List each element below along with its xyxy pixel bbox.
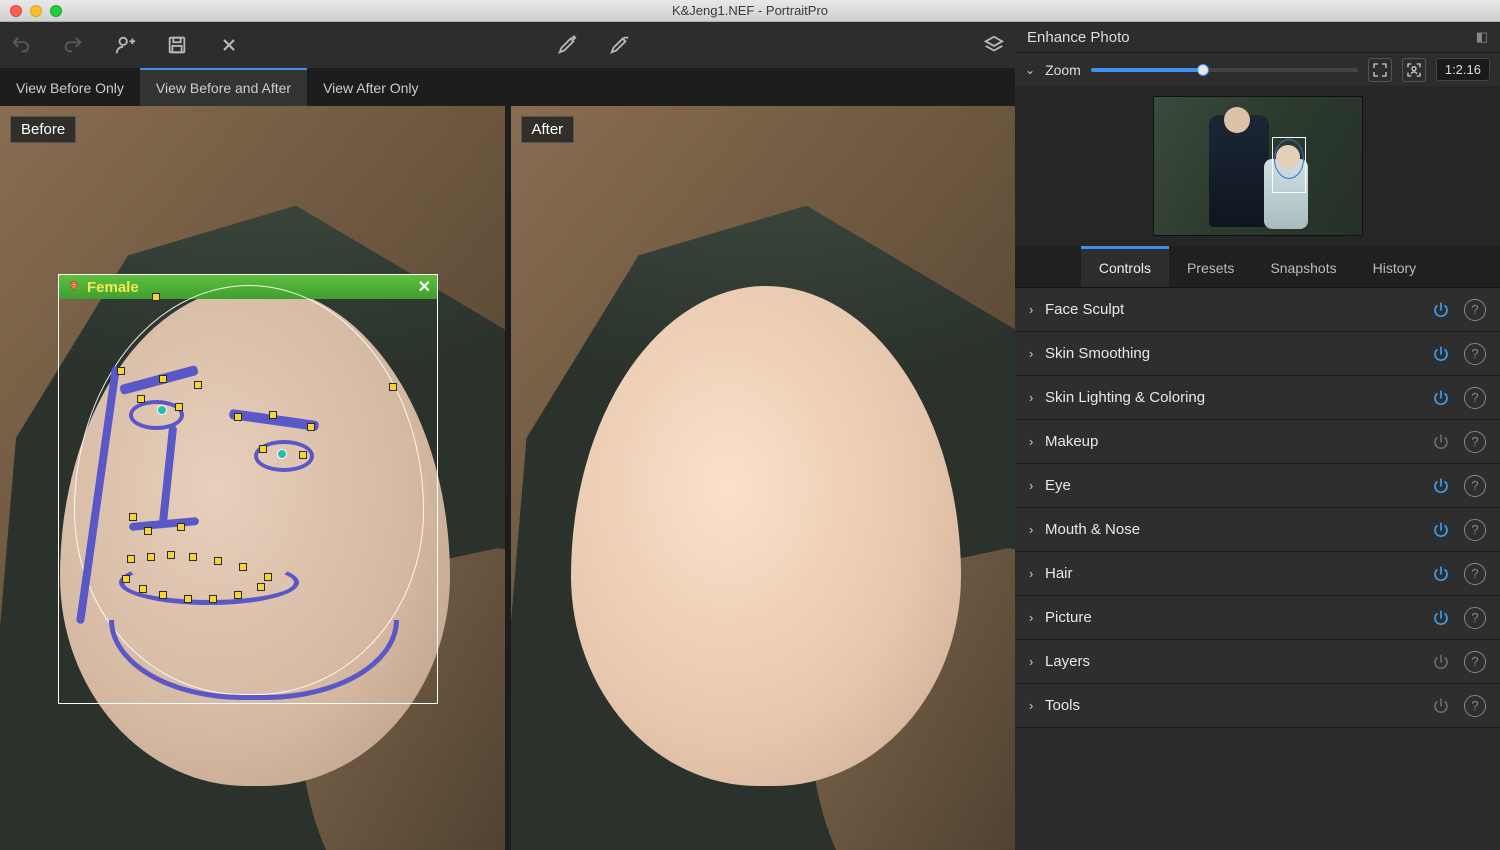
help-icon[interactable]: ? [1464,475,1486,497]
control-section[interactable]: ›Makeup? [1015,420,1500,464]
power-toggle-icon[interactable] [1430,343,1452,365]
help-icon[interactable]: ? [1464,343,1486,365]
before-after-split: Before Female ✕ [0,106,1015,850]
help-icon[interactable]: ? [1464,299,1486,321]
before-label: Before [10,116,76,143]
tab-presets[interactable]: Presets [1169,246,1252,287]
chevron-right-icon: › [1029,346,1045,361]
control-section[interactable]: ›Picture? [1015,596,1500,640]
control-section-label: Skin Lighting & Coloring [1045,389,1430,406]
control-section-label: Picture [1045,609,1430,626]
help-icon[interactable]: ? [1464,695,1486,717]
chevron-right-icon: › [1029,434,1045,449]
window-titlebar: K&Jeng1.NEF - PortraitPro [0,0,1500,22]
chevron-right-icon: › [1029,654,1045,669]
tab-view-before-only[interactable]: View Before Only [0,68,140,106]
help-icon[interactable]: ? [1464,563,1486,585]
power-toggle-icon[interactable] [1430,651,1452,673]
control-section-label: Face Sculpt [1045,301,1430,318]
window-title: K&Jeng1.NEF - PortraitPro [0,3,1500,18]
save-button[interactable] [166,34,188,56]
control-section[interactable]: ›Tools? [1015,684,1500,728]
after-image [511,106,1016,850]
power-toggle-icon[interactable] [1430,695,1452,717]
power-toggle-icon[interactable] [1430,607,1452,629]
zoom-row: ⌄ Zoom 1:2.16 [1015,52,1500,86]
chevron-right-icon: › [1029,302,1045,317]
help-icon[interactable]: ? [1464,387,1486,409]
control-section[interactable]: ›Mouth & Nose? [1015,508,1500,552]
face-overlay-close-icon[interactable]: ✕ [418,277,431,297]
popout-panel-icon[interactable]: ◧ [1476,29,1488,45]
control-section[interactable]: ›Face Sculpt? [1015,288,1500,332]
side-panel-title: Enhance Photo [1027,29,1130,46]
side-panel-title-row: Enhance Photo ◧ [1015,22,1500,52]
main-toolbar [0,22,1015,68]
chevron-right-icon: › [1029,390,1045,405]
controls-list: ›Face Sculpt?›Skin Smoothing?›Skin Light… [1015,288,1500,850]
canvas-area: View Before Only View Before and After V… [0,22,1015,850]
power-toggle-icon[interactable] [1430,563,1452,585]
navigator-thumbnail[interactable] [1015,86,1500,246]
zoom-fit-button[interactable] [1368,58,1392,82]
help-icon[interactable]: ? [1464,651,1486,673]
chevron-right-icon: › [1029,698,1045,713]
help-icon[interactable]: ? [1464,607,1486,629]
pin-icon [67,280,81,294]
zoom-ratio[interactable]: 1:2.16 [1436,58,1490,81]
control-section[interactable]: ›Eye? [1015,464,1500,508]
brush-remove-button[interactable] [608,34,630,56]
zoom-slider[interactable] [1091,68,1358,72]
face-overlay-box[interactable]: Female ✕ [58,274,438,704]
brush-add-button[interactable] [556,34,578,56]
power-toggle-icon[interactable] [1430,519,1452,541]
face-gender-label: Female [87,279,139,296]
control-section[interactable]: ›Layers? [1015,640,1500,684]
chevron-right-icon: › [1029,610,1045,625]
section-tabs: Controls Presets Snapshots History [1015,246,1500,288]
power-toggle-icon[interactable] [1430,387,1452,409]
chevron-right-icon: › [1029,522,1045,537]
navigator-face-oval [1274,139,1304,179]
control-section[interactable]: ›Skin Lighting & Coloring? [1015,376,1500,420]
control-section-label: Hair [1045,565,1430,582]
after-label: After [521,116,575,143]
control-section-label: Makeup [1045,433,1430,450]
help-icon[interactable]: ? [1464,431,1486,453]
tab-snapshots[interactable]: Snapshots [1252,246,1354,287]
control-section-label: Eye [1045,477,1430,494]
add-face-button[interactable] [114,34,136,56]
close-image-button[interactable] [218,34,240,56]
control-section-label: Mouth & Nose [1045,521,1430,538]
zoom-face-button[interactable] [1402,58,1426,82]
tab-history[interactable]: History [1355,246,1435,287]
tab-controls[interactable]: Controls [1081,246,1169,287]
layers-icon-button[interactable] [983,34,1005,56]
view-mode-tabs: View Before Only View Before and After V… [0,68,1015,106]
power-toggle-icon[interactable] [1430,299,1452,321]
power-toggle-icon[interactable] [1430,431,1452,453]
zoom-collapse-chevron-icon[interactable]: ⌄ [1025,63,1035,77]
control-section-label: Tools [1045,697,1430,714]
control-section[interactable]: ›Skin Smoothing? [1015,332,1500,376]
control-section-label: Skin Smoothing [1045,345,1430,362]
after-pane[interactable]: After [511,106,1016,850]
tab-view-after-only[interactable]: View After Only [307,68,434,106]
redo-button[interactable] [62,34,84,56]
chevron-right-icon: › [1029,478,1045,493]
undo-button[interactable] [10,34,32,56]
control-section-label: Layers [1045,653,1430,670]
control-section[interactable]: ›Hair? [1015,552,1500,596]
side-panel: Enhance Photo ◧ ⌄ Zoom 1:2.16 [1015,22,1500,850]
tab-view-before-after[interactable]: View Before and After [140,68,307,106]
chevron-right-icon: › [1029,566,1045,581]
zoom-label: Zoom [1045,62,1081,78]
power-toggle-icon[interactable] [1430,475,1452,497]
help-icon[interactable]: ? [1464,519,1486,541]
before-pane[interactable]: Before Female ✕ [0,106,505,850]
